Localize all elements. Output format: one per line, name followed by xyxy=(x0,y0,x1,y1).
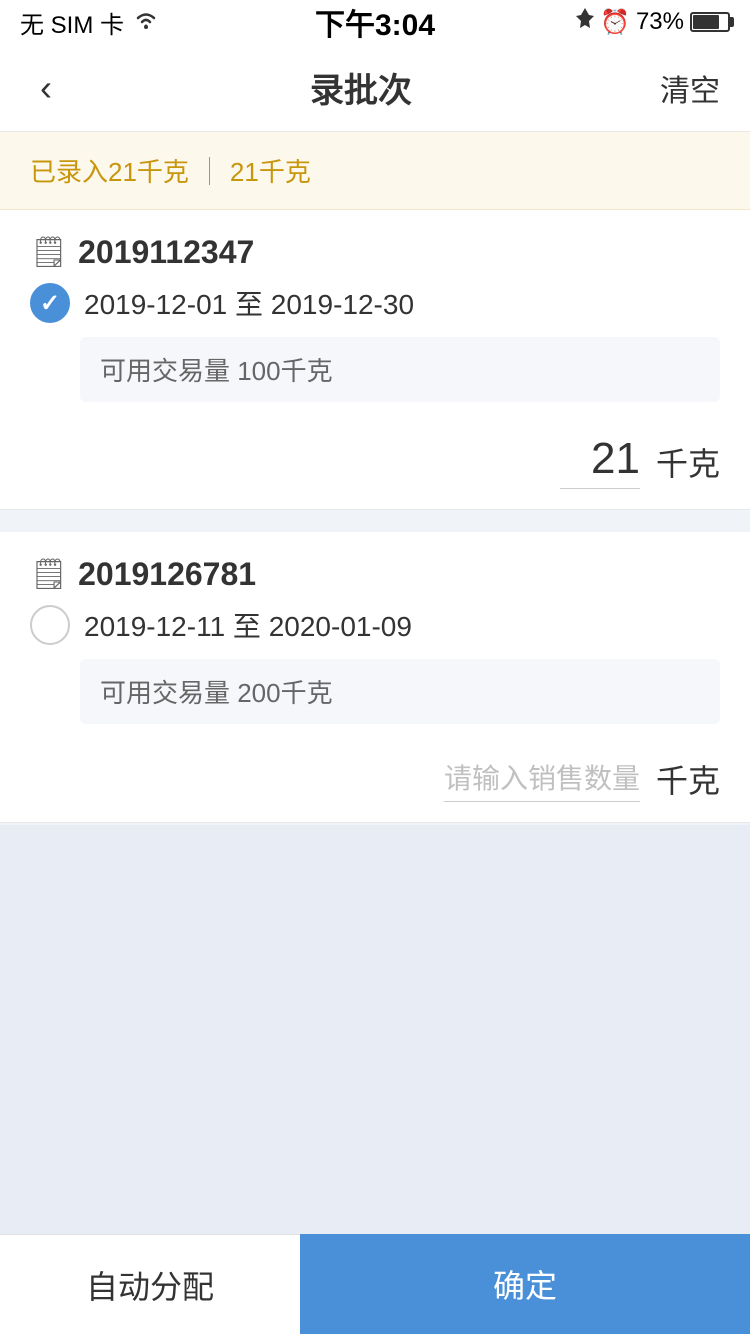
batch-2-qty-placeholder[interactable]: 请输入销售数量 xyxy=(444,757,640,802)
batch-1-date: 2019-12-01 至 2019-12-30 xyxy=(84,283,414,323)
location-icon xyxy=(576,8,594,37)
batch-1-date-row[interactable]: 2019-12-01 至 2019-12-30 xyxy=(0,279,750,327)
recorded-amount-label: 已录入21千克 xyxy=(30,152,189,189)
banner-divider xyxy=(209,157,210,185)
batch-1-doc-icon: 🗒 xyxy=(30,235,68,270)
status-left: 无 SIM 卡 xyxy=(20,5,160,40)
batch-item-1: 🗒 2019112347 2019-12-01 至 2019-12-30 可用交… xyxy=(0,210,750,510)
wifi-icon xyxy=(132,8,160,37)
status-right: ⏰ 73% xyxy=(576,8,730,37)
status-bar: 无 SIM 卡 下午3:04 ⏰ 73% xyxy=(0,0,750,44)
batch-1-header: 🗒 2019112347 xyxy=(0,210,750,279)
alarm-icon: ⏰ xyxy=(600,8,630,37)
nav-bar: ‹ 录批次 清空 xyxy=(0,44,750,132)
auto-distribute-button[interactable]: 自动分配 xyxy=(0,1234,300,1334)
recorded-amount-value: 21千克 xyxy=(230,152,311,189)
batch-1-qty-value[interactable]: 21 xyxy=(560,434,640,489)
batch-2-doc-icon: 🗒 xyxy=(30,557,68,592)
batch-2-available-qty: 可用交易量 200千克 xyxy=(80,659,720,724)
batch-1-number: 2019112347 xyxy=(78,234,254,271)
bottom-bar: 自动分配 确定 xyxy=(0,1234,750,1334)
bottom-space xyxy=(0,825,750,1285)
back-button[interactable]: ‹ xyxy=(30,57,62,119)
batch-2-date: 2019-12-11 至 2020-01-09 xyxy=(84,605,412,645)
section-separator-1 xyxy=(0,512,750,532)
batch-2-radio[interactable] xyxy=(30,605,70,645)
page-title: 录批次 xyxy=(310,63,412,112)
clear-button[interactable]: 清空 xyxy=(660,66,720,110)
batch-1-radio[interactable] xyxy=(30,283,70,323)
sim-indicator: 无 SIM 卡 xyxy=(20,5,124,40)
batch-2-header: 🗒 2019126781 xyxy=(0,532,750,601)
batch-2-unit: 千克 xyxy=(656,756,720,802)
status-time: 下午3:04 xyxy=(315,0,435,44)
info-banner: 已录入21千克 21千克 xyxy=(0,132,750,210)
batch-1-available-qty: 可用交易量 100千克 xyxy=(80,337,720,402)
batch-1-unit: 千克 xyxy=(656,439,720,485)
batch-item-2: 🗒 2019126781 2019-12-11 至 2020-01-09 可用交… xyxy=(0,532,750,823)
confirm-button[interactable]: 确定 xyxy=(300,1234,750,1334)
battery-percent: 73% xyxy=(636,8,684,36)
batch-2-number: 2019126781 xyxy=(78,556,256,593)
batch-2-date-row[interactable]: 2019-12-11 至 2020-01-09 xyxy=(0,601,750,649)
batch-2-qty-row: 请输入销售数量 千克 xyxy=(0,740,750,823)
batch-1-qty-row: 21 千克 xyxy=(0,418,750,510)
battery-icon xyxy=(690,12,730,32)
